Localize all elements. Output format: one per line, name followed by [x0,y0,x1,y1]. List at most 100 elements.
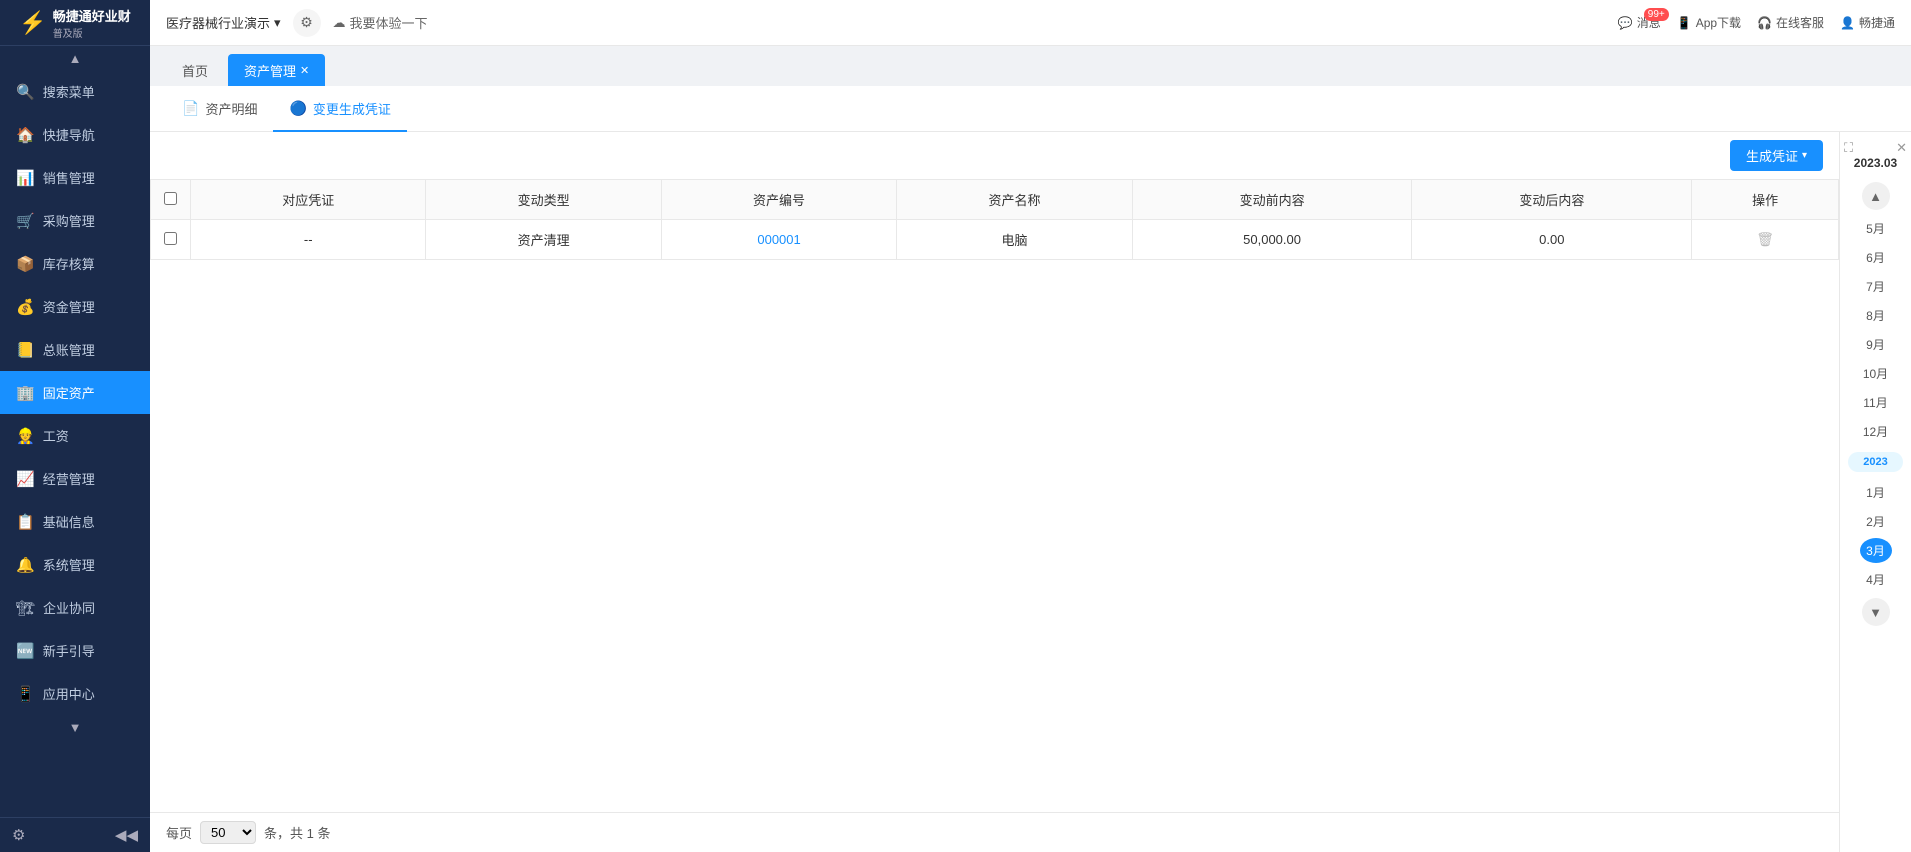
row-checkbox-cell [151,220,191,260]
cal-month-9[interactable]: 9月 [1840,330,1911,359]
cal-month-12[interactable]: 12月 [1840,417,1911,446]
user-name: 畅捷通 [1859,14,1895,31]
sidebar-item-purchase[interactable]: 🛒 采购管理 [0,199,150,242]
sidebar-item-label: 系统管理 [43,555,95,574]
cal-year-2023[interactable]: 2023 [1848,452,1903,472]
cal-month-6[interactable]: 6月 [1840,243,1911,272]
sub-tab-change-voucher-label: 变更生成凭证 [313,99,391,118]
page-content: 📄 资产明细 🔵 变更生成凭证 生成凭证 ▾ [150,86,1911,852]
col-checkbox [151,180,191,220]
sidebar-item-label: 经营管理 [43,469,95,488]
generate-voucher-button[interactable]: 生成凭证 ▾ [1730,140,1823,171]
table-container: 对应凭证 变动类型 资产编号 资产名称 [150,179,1839,812]
calendar-close-icon[interactable]: ✕ [1896,140,1907,156]
cal-month-1[interactable]: 1月 [1840,478,1911,507]
industry-selector[interactable]: 医疗器械行业演示 ▾ [166,13,281,32]
col-asset-code: 资产编号 [661,180,896,220]
sidebar-bottom: ⚙ ◀◀ [0,817,150,852]
cal-month-11[interactable]: 11月 [1840,388,1911,417]
row-asset-code: 000001 [661,220,896,260]
settings-icon[interactable]: ⚙ [12,826,25,844]
sidebar-item-system[interactable]: 🔔 系统管理 [0,543,150,586]
user-icon: 👤 [1840,16,1855,30]
cal-month-3-active[interactable]: 3月 [1860,538,1892,563]
data-table: 对应凭证 变动类型 资产编号 资产名称 [150,179,1839,260]
sidebar-item-enterprise[interactable]: 🏗 企业协同 [0,586,150,629]
table-row: -- 资产清理 000001 电脑 50,000.00 0.00 🗑 [151,220,1839,260]
cloud-icon: ☁ [333,15,346,31]
sidebar-item-operations[interactable]: 📈 经营管理 [0,457,150,500]
sub-tab-bar: 📄 资产明细 🔵 变更生成凭证 [150,86,1911,132]
purchase-icon: 🛒 [16,212,35,230]
online-service-button[interactable]: 🎧 在线客服 [1757,14,1824,31]
sidebar-item-label: 资金管理 [43,297,95,316]
col-change-type: 变动类型 [426,180,661,220]
row-action: 🗑 [1692,220,1839,260]
sidebar-item-search[interactable]: 🔍 搜索菜单 [0,70,150,113]
sidebar-item-guide[interactable]: 🆕 新手引导 [0,629,150,672]
per-page-label: 每页 [166,823,192,842]
message-button[interactable]: 💬 消息 99+ [1618,14,1661,31]
cal-month-5[interactable]: 5月 [1840,214,1911,243]
row-checkbox[interactable] [164,232,177,245]
col-before-change: 变动前内容 [1132,180,1412,220]
gear-button[interactable]: ⚙ [293,9,321,37]
search-icon: 🔍 [16,83,35,101]
row-after-change: 0.00 [1412,220,1692,260]
collapse-icon[interactable]: ◀◀ [115,826,138,844]
header-right: 💬 消息 99+ 📱 App下载 🎧 在线客服 👤 畅捷通 [1618,14,1895,31]
home-icon: 🏠 [16,126,35,144]
experience-button[interactable]: ☁ 我要体验一下 [333,13,428,32]
col-after-change: 变动后内容 [1412,180,1692,220]
select-all-checkbox[interactable] [164,192,177,205]
sidebar-item-quick-nav[interactable]: 🏠 快捷导航 [0,113,150,156]
sidebar-item-label: 企业协同 [43,598,95,617]
sidebar-item-ledger[interactable]: 📒 总账管理 [0,328,150,371]
sidebar-scroll-up[interactable]: ▲ [0,46,150,70]
calendar-up-arrow[interactable]: ▲ [1862,182,1890,210]
cal-month-2[interactable]: 2月 [1840,507,1911,536]
cal-month-4[interactable]: 4月 [1840,565,1911,594]
change-voucher-icon: 🔵 [289,100,306,117]
tab-asset-mgmt[interactable]: 资产管理 ✕ [228,54,325,86]
sidebar-item-label: 基础信息 [43,512,95,531]
sidebar-item-fixed-assets[interactable]: 🏢 固定资产 [0,371,150,414]
cal-month-10[interactable]: 10月 [1840,359,1911,388]
message-icon: 💬 [1618,16,1633,30]
sidebar-item-app-center[interactable]: 📱 应用中心 [0,672,150,715]
per-page-select[interactable]: 20 50 100 [200,821,256,844]
ledger-icon: 📒 [16,341,35,359]
sub-tab-asset-detail[interactable]: 📄 资产明细 [166,86,273,132]
sidebar-scroll-down[interactable]: ▼ [0,715,150,739]
sidebar-item-fund[interactable]: 💰 资金管理 [0,285,150,328]
payroll-icon: 👷 [16,427,35,445]
cal-month-8[interactable]: 8月 [1840,301,1911,330]
calendar-year-label: 2023.03 [1850,148,1901,178]
industry-name: 医疗器械行业演示 [166,13,270,32]
sidebar-item-sales[interactable]: 📊 销售管理 [0,156,150,199]
sidebar-item-payroll[interactable]: 👷 工资 [0,414,150,457]
user-button[interactable]: 👤 畅捷通 [1840,14,1895,31]
sidebar-item-basic-info[interactable]: 📋 基础信息 [0,500,150,543]
row-voucher: -- [191,220,426,260]
app-edition: 普及版 [53,25,131,40]
basic-info-icon: 📋 [16,513,35,531]
app-download-button[interactable]: 📱 App下载 [1677,14,1741,31]
pagination-bar: 每页 20 50 100 条，共 1 条 [150,812,1839,852]
sub-tab-change-voucher[interactable]: 🔵 变更生成凭证 [273,86,406,132]
sidebar-item-inventory[interactable]: 📦 库存核算 [0,242,150,285]
tab-close-icon[interactable]: ✕ [300,64,309,77]
delete-icon[interactable]: 🗑 [1756,231,1774,247]
tab-home[interactable]: 首页 [166,54,224,86]
top-header: 医疗器械行业演示 ▾ ⚙ ☁ 我要体验一下 💬 消息 99+ 📱 App下载 [150,0,1911,46]
calendar-expand-icon[interactable]: ⛶ [1844,140,1853,156]
app-download-label: App下载 [1696,14,1741,31]
generate-voucher-label: 生成凭证 [1746,146,1798,165]
calendar-down-arrow[interactable]: ▼ [1862,598,1890,626]
system-icon: 🔔 [16,556,35,574]
sidebar-item-label: 新手引导 [43,641,95,660]
cal-month-7[interactable]: 7月 [1840,272,1911,301]
table-toolbar: 生成凭证 ▾ [150,132,1839,179]
message-badge: 99+ [1644,8,1669,21]
fund-icon: 💰 [16,298,35,316]
